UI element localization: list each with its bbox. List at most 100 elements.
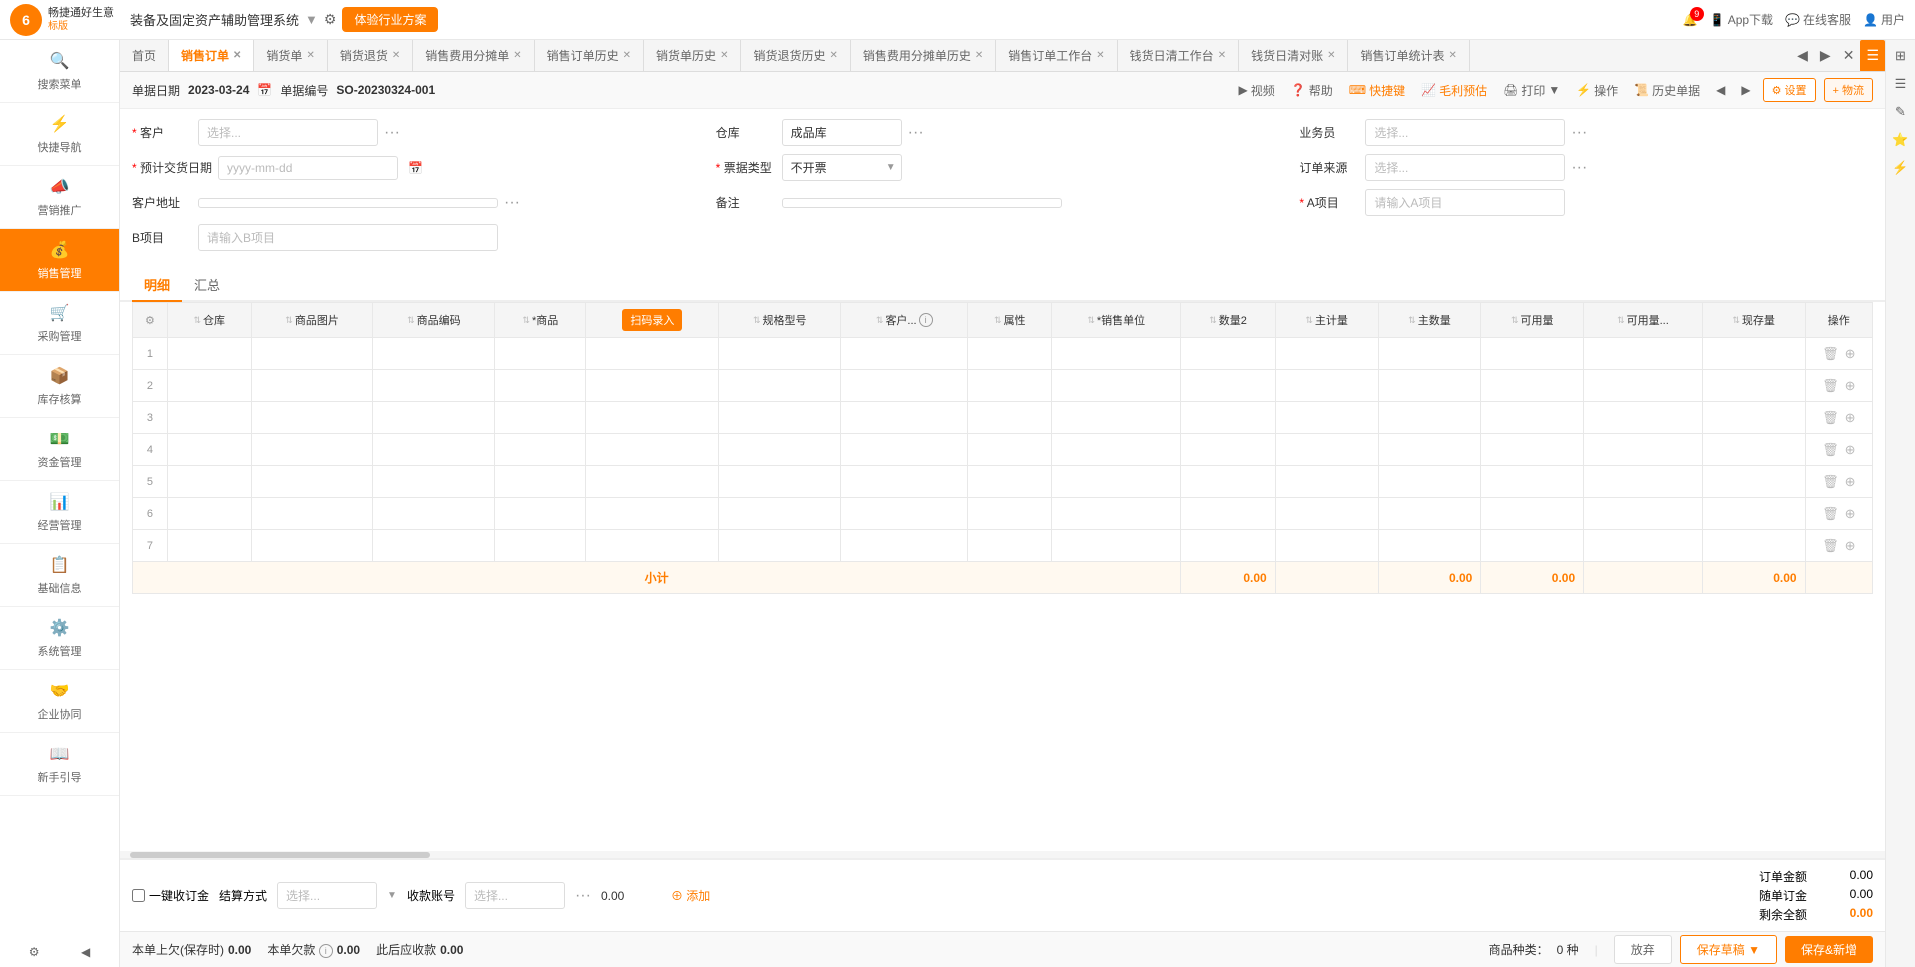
current-owing-info-icon[interactable]: i bbox=[319, 944, 333, 958]
sort-available-icon[interactable]: ⇅ bbox=[1511, 315, 1519, 326]
row-3-product[interactable] bbox=[495, 402, 586, 434]
row-6-delete-icon[interactable]: 🗑 bbox=[1822, 506, 1839, 522]
row-1-image[interactable] bbox=[251, 338, 373, 370]
tab-close-order-workspace[interactable]: ✕ bbox=[1096, 50, 1104, 61]
help-btn[interactable]: ❓ 帮助 bbox=[1287, 80, 1337, 101]
sidebar-item-enterprise[interactable]: 🤝 企业协同 bbox=[0, 670, 119, 733]
row-6-available[interactable] bbox=[1481, 498, 1584, 530]
row-4-main-qty[interactable] bbox=[1378, 434, 1481, 466]
customer-more-icon[interactable]: ··· bbox=[384, 125, 400, 141]
row-1-current-stock[interactable] bbox=[1702, 338, 1805, 370]
row-5-warehouse[interactable] bbox=[167, 466, 251, 498]
row-5-delete-icon[interactable]: 🗑 bbox=[1822, 474, 1839, 490]
row-7-available[interactable] bbox=[1481, 530, 1584, 562]
row-1-main-unit[interactable] bbox=[1275, 338, 1378, 370]
add-item-btn[interactable]: + 物流 bbox=[1824, 78, 1874, 102]
tab-home[interactable]: 首页 bbox=[120, 40, 169, 72]
row-2-warehouse[interactable] bbox=[167, 370, 251, 402]
row-1-code[interactable] bbox=[373, 338, 495, 370]
right-panel-btn-1[interactable]: ⊞ bbox=[1889, 44, 1913, 68]
row-6-customer-code[interactable] bbox=[841, 498, 968, 530]
row-3-warehouse[interactable] bbox=[167, 402, 251, 434]
tab-close-sales-return[interactable]: ✕ bbox=[392, 50, 400, 61]
delivery-calendar-icon[interactable]: 📅 bbox=[408, 161, 423, 175]
sort-attribute-icon[interactable]: ⇅ bbox=[994, 315, 1002, 326]
row-2-main-qty[interactable] bbox=[1378, 370, 1481, 402]
setup-btn[interactable]: ⚙ 设置 bbox=[1763, 78, 1816, 102]
row-6-current-stock[interactable] bbox=[1702, 498, 1805, 530]
detail-tab-detail[interactable]: 明细 bbox=[132, 269, 182, 302]
row-2-scan[interactable] bbox=[586, 370, 719, 402]
col-settings-icon[interactable]: ⚙ bbox=[141, 315, 159, 327]
delivery-date-input[interactable]: yyyy-mm-dd bbox=[218, 156, 398, 180]
order-source-input[interactable]: 选择... bbox=[1365, 154, 1565, 181]
sidebar-item-finance[interactable]: 💵 资金管理 bbox=[0, 418, 119, 481]
tab-close-sales-invoice[interactable]: ✕ bbox=[306, 50, 314, 61]
order-source-more-icon[interactable]: ··· bbox=[1571, 160, 1587, 176]
row-3-unit[interactable] bbox=[1052, 402, 1181, 434]
row-3-attribute[interactable] bbox=[968, 402, 1052, 434]
tab-expense-split[interactable]: 销售费用分摊单 ✕ bbox=[413, 40, 534, 72]
row-4-main-unit[interactable] bbox=[1275, 434, 1378, 466]
print-dropdown-icon[interactable]: ▼ bbox=[1548, 83, 1560, 97]
row-5-main-unit[interactable] bbox=[1275, 466, 1378, 498]
tab-reconcile[interactable]: 钱货日清对账 ✕ bbox=[1239, 40, 1348, 72]
row-4-scan[interactable] bbox=[586, 434, 719, 466]
account-more-icon[interactable]: ··· bbox=[575, 888, 591, 904]
tab-expense-history[interactable]: 销售费用分摊单历史 ✕ bbox=[851, 40, 996, 72]
dropdown-icon[interactable]: ▼ bbox=[305, 12, 318, 27]
warehouse-input[interactable]: 成品库 bbox=[782, 119, 902, 146]
right-panel-btn-4[interactable]: ⭐ bbox=[1889, 128, 1913, 152]
row-7-spec[interactable] bbox=[719, 530, 841, 562]
nav-prev-btn[interactable]: ◀ bbox=[1712, 81, 1729, 99]
row-6-main-qty[interactable] bbox=[1378, 498, 1481, 530]
online-service[interactable]: 💬 在线客服 bbox=[1785, 11, 1851, 28]
row-5-main-qty[interactable] bbox=[1378, 466, 1481, 498]
row-7-qty2[interactable] bbox=[1181, 530, 1275, 562]
tab-close-stats[interactable]: ✕ bbox=[1449, 50, 1457, 61]
tab-close-sales-order[interactable]: ✕ bbox=[233, 50, 241, 61]
sort-code-icon[interactable]: ⇅ bbox=[407, 315, 415, 326]
row-5-spec[interactable] bbox=[719, 466, 841, 498]
tab-stats[interactable]: 销售订单统计表 ✕ bbox=[1348, 40, 1469, 72]
row-4-qty2[interactable] bbox=[1181, 434, 1275, 466]
discard-btn[interactable]: 放弃 bbox=[1614, 935, 1672, 964]
tab-close-invoice-history[interactable]: ✕ bbox=[720, 50, 728, 61]
row-4-attribute[interactable] bbox=[968, 434, 1052, 466]
sidebar-item-marketing[interactable]: 📣 营销推广 bbox=[0, 166, 119, 229]
sidebar-collapse-icon[interactable]: ◀ bbox=[81, 945, 90, 959]
row-3-available[interactable] bbox=[1481, 402, 1584, 434]
row-6-product[interactable] bbox=[495, 498, 586, 530]
row-3-current-stock[interactable] bbox=[1702, 402, 1805, 434]
tab-order-history[interactable]: 销售订单历史 ✕ bbox=[535, 40, 644, 72]
row-5-unit[interactable] bbox=[1052, 466, 1181, 498]
row-5-code[interactable] bbox=[373, 466, 495, 498]
row-1-unit[interactable] bbox=[1052, 338, 1181, 370]
row-2-delete-icon[interactable]: 🗑 bbox=[1822, 378, 1839, 394]
row-7-code[interactable] bbox=[373, 530, 495, 562]
row-6-code[interactable] bbox=[373, 498, 495, 530]
row-3-qty2[interactable] bbox=[1181, 402, 1275, 434]
customer-address-input[interactable] bbox=[198, 198, 498, 208]
row-2-spec[interactable] bbox=[719, 370, 841, 402]
sidebar-item-search[interactable]: 🔍 搜索菜单 bbox=[0, 40, 119, 103]
salesperson-more-icon[interactable]: ··· bbox=[1571, 125, 1587, 141]
tab-close-return-history[interactable]: ✕ bbox=[829, 50, 837, 61]
row-6-attribute[interactable] bbox=[968, 498, 1052, 530]
sort-available-more-icon[interactable]: ⇅ bbox=[1617, 315, 1625, 326]
tab-next-btn[interactable]: ▶ bbox=[1814, 40, 1837, 72]
row-3-available-more[interactable] bbox=[1584, 402, 1703, 434]
row-2-copy-icon[interactable]: ⊕ bbox=[1845, 378, 1856, 394]
tab-prev-btn[interactable]: ◀ bbox=[1791, 40, 1814, 72]
row-5-available[interactable] bbox=[1481, 466, 1584, 498]
sort-product-icon[interactable]: ⇅ bbox=[522, 315, 530, 326]
row-4-spec[interactable] bbox=[719, 434, 841, 466]
row-2-main-unit[interactable] bbox=[1275, 370, 1378, 402]
row-6-image[interactable] bbox=[251, 498, 373, 530]
tab-close-order-history[interactable]: ✕ bbox=[623, 50, 631, 61]
save-new-btn[interactable]: 保存&新增 bbox=[1785, 936, 1873, 963]
row-1-main-qty[interactable] bbox=[1378, 338, 1481, 370]
row-7-available-more[interactable] bbox=[1584, 530, 1703, 562]
history-btn[interactable]: 📜 历史单据 bbox=[1630, 80, 1704, 101]
row-2-current-stock[interactable] bbox=[1702, 370, 1805, 402]
